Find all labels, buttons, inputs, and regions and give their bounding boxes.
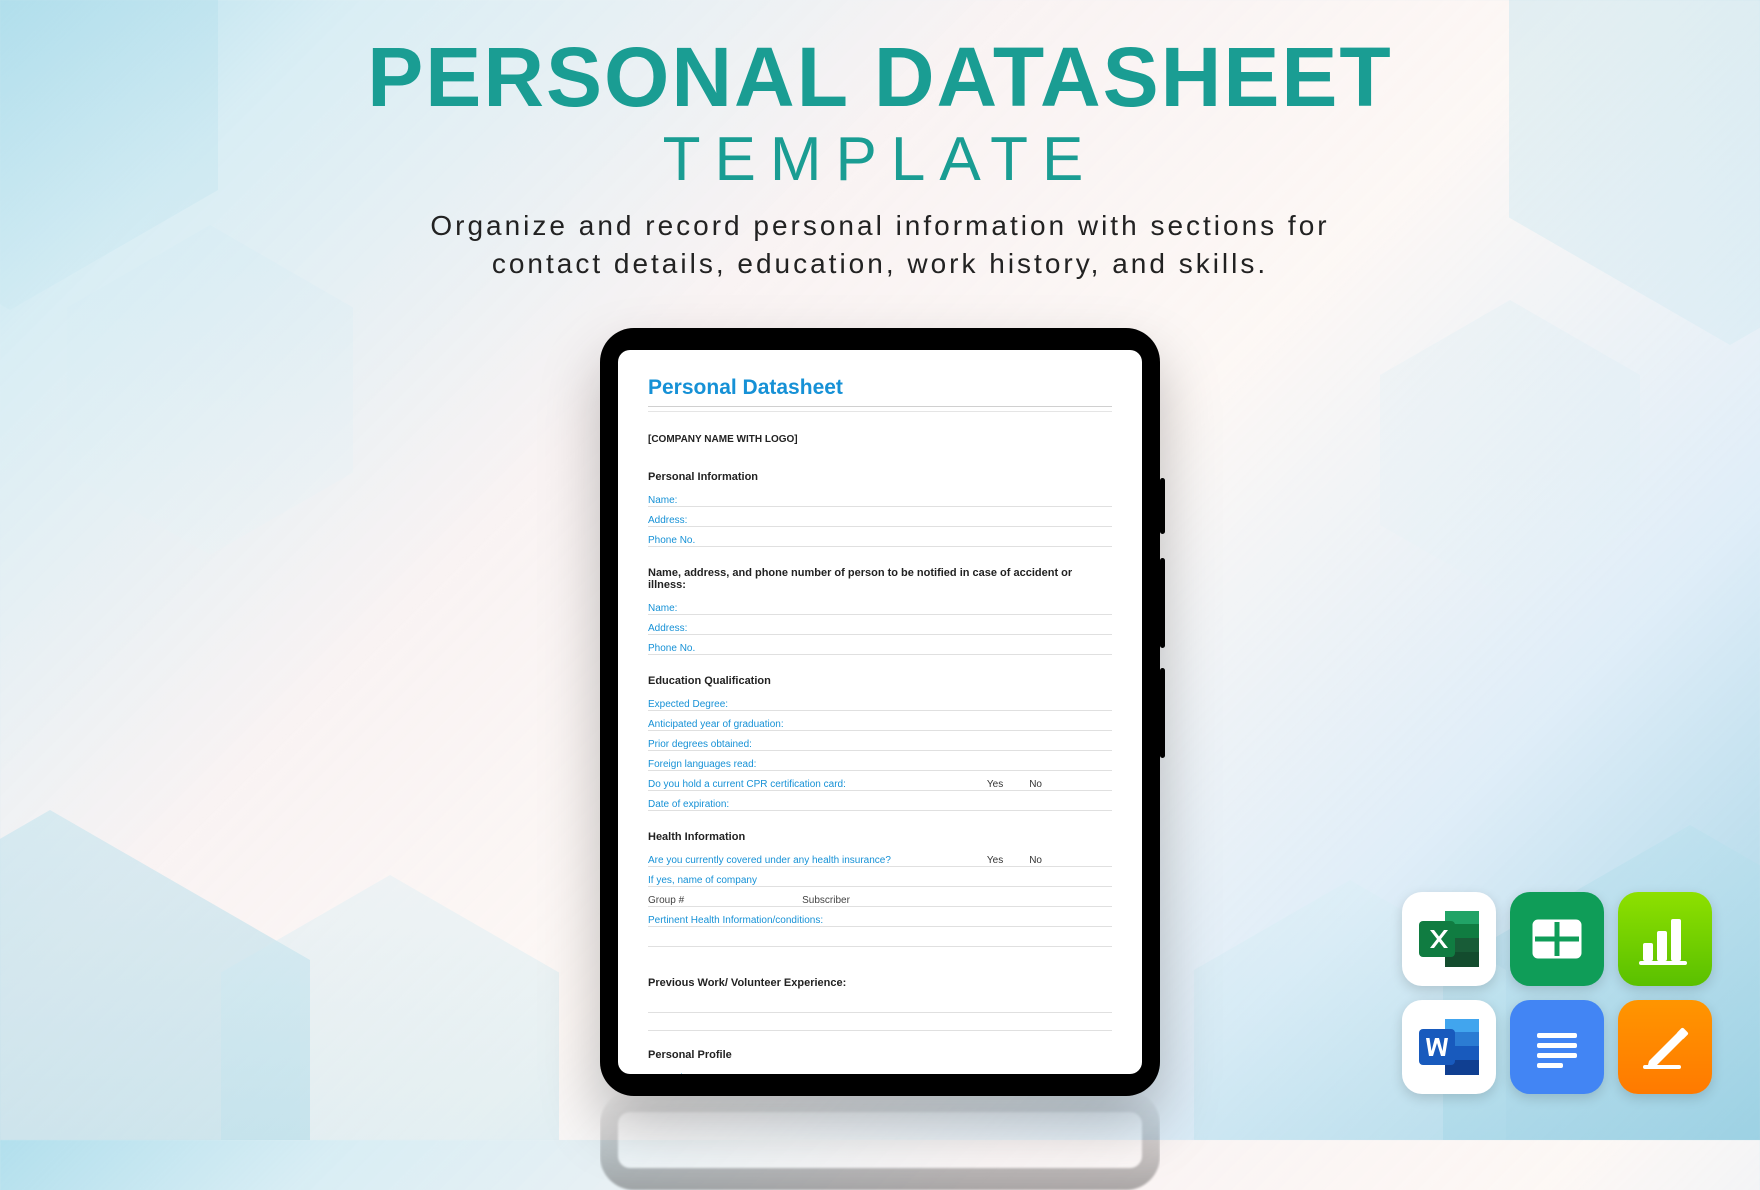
headline-description: Organize and record personal information… xyxy=(0,207,1760,283)
headline-subtitle: TEMPLATE xyxy=(0,124,1760,195)
field-group: Group # xyxy=(648,895,692,906)
app-icons-grid xyxy=(1402,892,1712,1094)
field-strengths: Strengths: xyxy=(648,1073,702,1074)
field-pertinent: Pertinent Health Information/conditions: xyxy=(648,915,831,926)
field-expiration: Date of expiration: xyxy=(648,799,737,810)
field-em-name: Name: xyxy=(648,603,685,614)
field-em-address: Address: xyxy=(648,623,695,634)
company-placeholder: [COMPANY NAME WITH LOGO] xyxy=(648,434,1112,445)
field-prior-degrees: Prior degrees obtained: xyxy=(648,739,760,750)
field-em-phone: Phone No. xyxy=(648,643,703,654)
section-personal-info: Personal Information xyxy=(648,471,1112,483)
tablet-reflection xyxy=(600,1090,1160,1190)
numbers-icon xyxy=(1618,892,1712,986)
field-languages: Foreign languages read: xyxy=(648,759,764,770)
field-expected-degree: Expected Degree: xyxy=(648,699,736,710)
headline: PERSONAL DATASHEET TEMPLATE Organize and… xyxy=(0,0,1760,282)
cpr-yes: Yes xyxy=(987,779,1003,790)
ins-yes: Yes xyxy=(987,855,1003,866)
field-ifyes: If yes, name of company xyxy=(648,875,765,886)
field-address: Address: xyxy=(648,515,695,526)
google-sheets-icon xyxy=(1510,892,1604,986)
section-profile: Personal Profile xyxy=(648,1049,1112,1061)
google-docs-icon xyxy=(1510,1000,1604,1094)
tablet-device: Personal Datasheet [COMPANY NAME WITH LO… xyxy=(600,328,1160,1096)
field-name: Name: xyxy=(648,495,685,506)
field-subscriber: Subscriber xyxy=(802,895,858,906)
field-phone: Phone No. xyxy=(648,535,703,546)
document-title: Personal Datasheet xyxy=(648,376,1112,407)
pages-icon xyxy=(1618,1000,1712,1094)
section-work: Previous Work/ Volunteer Experience: xyxy=(648,977,1112,989)
headline-title: PERSONAL DATASHEET xyxy=(0,38,1760,118)
ins-no: No xyxy=(1029,855,1042,866)
section-emergency: Name, address, and phone number of perso… xyxy=(648,567,1112,591)
field-grad-year: Anticipated year of graduation: xyxy=(648,719,792,730)
field-cpr: Do you hold a current CPR certification … xyxy=(648,779,854,790)
cpr-no: No xyxy=(1029,779,1042,790)
word-icon xyxy=(1402,1000,1496,1094)
document-screen: Personal Datasheet [COMPANY NAME WITH LO… xyxy=(618,350,1142,1074)
excel-icon xyxy=(1402,892,1496,986)
section-education: Education Qualification xyxy=(648,675,1112,687)
section-health: Health Information xyxy=(648,831,1112,843)
field-insurance: Are you currently covered under any heal… xyxy=(648,855,899,866)
